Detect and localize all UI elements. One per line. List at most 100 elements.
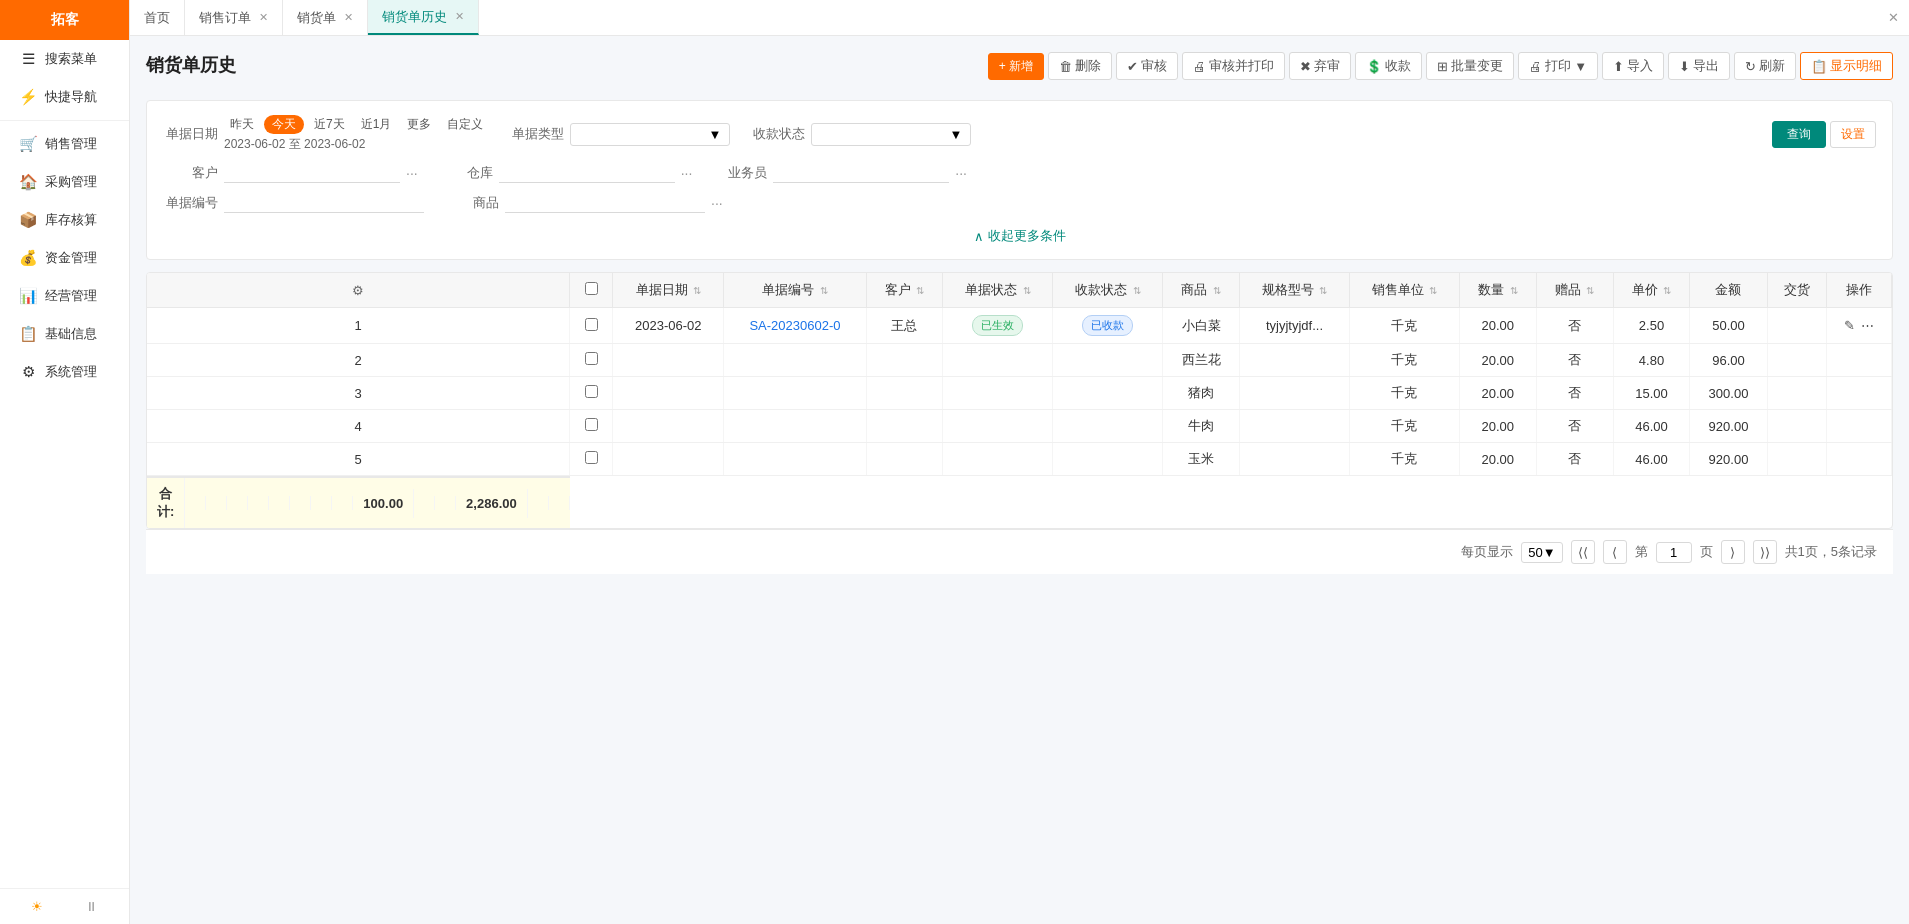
col-collect-status[interactable]: 收款状态 ⇅: [1053, 273, 1163, 308]
row-select-checkbox[interactable]: [585, 352, 598, 365]
export-button[interactable]: ⬇ 导出: [1668, 52, 1730, 80]
import-button[interactable]: ⬆ 导入: [1602, 52, 1664, 80]
select-all-checkbox[interactable]: [585, 282, 598, 295]
next-page-button[interactable]: ⟩: [1721, 540, 1745, 564]
row-action[interactable]: ✎⋯: [1827, 308, 1892, 344]
page-input[interactable]: [1656, 542, 1692, 563]
doc-type-select[interactable]: ▼: [570, 123, 730, 146]
row-select-checkbox[interactable]: [585, 418, 598, 431]
date-tab-1month[interactable]: 近1月: [355, 115, 398, 134]
doc-no-input[interactable]: [224, 193, 424, 213]
tab-sales-order[interactable]: 销售订单 ✕: [185, 0, 283, 35]
date-tab-yesterday[interactable]: 昨天: [224, 115, 260, 134]
row-checkbox[interactable]: [570, 410, 613, 443]
row-no[interactable]: [724, 377, 866, 410]
row-action[interactable]: [1827, 377, 1892, 410]
row-collect-status: [1053, 344, 1163, 377]
row-no[interactable]: [724, 410, 866, 443]
staff-input[interactable]: [773, 163, 949, 183]
collect-button[interactable]: 💲 收款: [1355, 52, 1422, 80]
goods-dots-btn[interactable]: ···: [711, 195, 723, 211]
sidebar-bottom-pause-icon[interactable]: ⏸: [85, 899, 98, 914]
row-trade: [1767, 443, 1827, 476]
row-no[interactable]: [724, 344, 866, 377]
sidebar-item-operation[interactable]: 📊 经营管理: [0, 277, 129, 315]
refresh-button[interactable]: ↻ 刷新: [1734, 52, 1796, 80]
collapse-btn[interactable]: ∧ 收起更多条件: [163, 223, 1876, 245]
sidebar-item-purchase[interactable]: 🏠 采购管理: [0, 163, 129, 201]
row-checkbox[interactable]: [570, 308, 613, 344]
col-no[interactable]: 单据编号 ⇅: [724, 273, 866, 308]
row-select-checkbox[interactable]: [585, 318, 598, 331]
staff-dots-btn[interactable]: ···: [955, 165, 967, 181]
abandon-button[interactable]: ✖ 弃审: [1289, 52, 1351, 80]
date-tab-custom[interactable]: 自定义: [441, 115, 489, 134]
sidebar-item-search[interactable]: ☰ 搜索菜单: [0, 40, 129, 78]
first-page-button[interactable]: ⟨⟨: [1571, 540, 1595, 564]
row-action[interactable]: [1827, 410, 1892, 443]
col-goods[interactable]: 商品 ⇅: [1163, 273, 1240, 308]
prev-page-button[interactable]: ⟨: [1603, 540, 1627, 564]
row-checkbox[interactable]: [570, 377, 613, 410]
sidebar-item-quick[interactable]: ⚡ 快捷导航: [0, 78, 129, 116]
sidebar-item-sales[interactable]: 🛒 销售管理: [0, 125, 129, 163]
col-customer[interactable]: 客户 ⇅: [866, 273, 943, 308]
more-icon[interactable]: ⋯: [1861, 318, 1874, 333]
warehouse-dots-btn[interactable]: ···: [681, 165, 693, 181]
collect-status-select[interactable]: ▼: [811, 123, 971, 146]
show-detail-button[interactable]: 📋 显示明细: [1800, 52, 1893, 80]
batch-change-button[interactable]: ⊞ 批量变更: [1426, 52, 1514, 80]
row-action[interactable]: [1827, 443, 1892, 476]
table-checkbox-header[interactable]: [570, 273, 613, 308]
col-qty[interactable]: 数量 ⇅: [1459, 273, 1536, 308]
row-select-checkbox[interactable]: [585, 385, 598, 398]
sidebar-bottom-sun-icon[interactable]: ☀: [31, 899, 43, 914]
new-button[interactable]: + 新增: [988, 53, 1044, 80]
goods-input[interactable]: [505, 193, 705, 213]
table-gear-header[interactable]: ⚙: [147, 273, 570, 308]
sidebar-item-system[interactable]: ⚙ 系统管理: [0, 353, 129, 391]
date-tab-7days[interactable]: 近7天: [308, 115, 351, 134]
tab-sales-history[interactable]: 销货单历史 ✕: [368, 0, 479, 35]
print-button[interactable]: 🖨 打印 ▼: [1518, 52, 1598, 80]
col-price[interactable]: 单价 ⇅: [1613, 273, 1690, 308]
customer-dots-btn[interactable]: ···: [406, 165, 418, 181]
warehouse-input[interactable]: [499, 163, 675, 183]
setting-button[interactable]: 设置: [1830, 121, 1876, 148]
review-button[interactable]: ✔ 审核: [1116, 52, 1178, 80]
col-gift[interactable]: 赠品 ⇅: [1536, 273, 1613, 308]
sidebar: 拓客 ☰ 搜索菜单 ⚡ 快捷导航 🛒 销售管理 🏠 采购管理 📦 库存核算 💰 …: [0, 0, 130, 924]
row-select-checkbox[interactable]: [585, 451, 598, 464]
date-tab-more[interactable]: 更多: [401, 115, 437, 134]
doc-no-link[interactable]: SA-20230602-0: [749, 318, 840, 333]
tab-sales-goods[interactable]: 销货单 ✕: [283, 0, 368, 35]
last-page-button[interactable]: ⟩⟩: [1753, 540, 1777, 564]
col-date[interactable]: 单据日期 ⇅: [613, 273, 724, 308]
col-status[interactable]: 单据状态 ⇅: [943, 273, 1053, 308]
tab-sales-order-close[interactable]: ✕: [259, 11, 268, 24]
delete-button[interactable]: 🗑 删除: [1048, 52, 1112, 80]
row-checkbox[interactable]: [570, 443, 613, 476]
sidebar-item-basic[interactable]: 📋 基础信息: [0, 315, 129, 353]
review-print-button[interactable]: 🖨 审核并打印: [1182, 52, 1285, 80]
tab-sales-goods-close[interactable]: ✕: [344, 11, 353, 24]
col-spec[interactable]: 规格型号 ⇅: [1240, 273, 1350, 308]
row-no[interactable]: [724, 443, 866, 476]
review-print-icon: 🖨: [1193, 59, 1206, 74]
sidebar-item-inventory[interactable]: 📦 库存核算: [0, 201, 129, 239]
customer-input[interactable]: [224, 163, 400, 183]
per-page-select[interactable]: 50 ▼: [1521, 542, 1562, 563]
status-badge: 已收款: [1082, 315, 1133, 336]
date-tab-today[interactable]: 今天: [264, 115, 304, 134]
row-action[interactable]: [1827, 344, 1892, 377]
row-no[interactable]: SA-20230602-0: [724, 308, 866, 344]
tab-sales-history-close[interactable]: ✕: [455, 10, 464, 23]
filter-section: 单据日期 昨天 今天 近7天 近1月 更多 自定义 2023-06-02 至 2…: [146, 100, 1893, 260]
row-checkbox[interactable]: [570, 344, 613, 377]
col-unit[interactable]: 销售单位 ⇅: [1349, 273, 1459, 308]
edit-icon[interactable]: ✎: [1844, 318, 1855, 333]
query-button[interactable]: 查询: [1772, 121, 1826, 148]
tab-bar-close-all[interactable]: ✕: [1888, 10, 1909, 25]
tab-home[interactable]: 首页: [130, 0, 185, 35]
sidebar-item-finance[interactable]: 💰 资金管理: [0, 239, 129, 277]
